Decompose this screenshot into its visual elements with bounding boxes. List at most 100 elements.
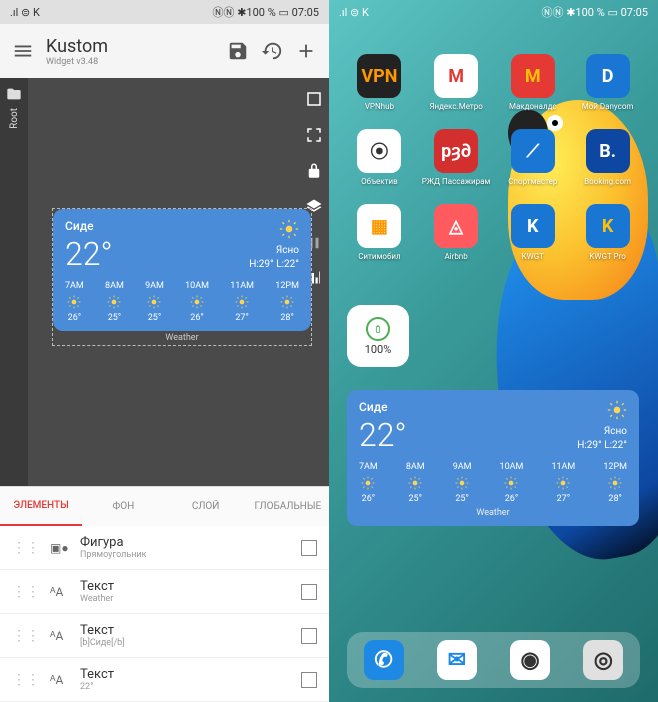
weather-hilo: H:29° L:22° <box>249 258 299 272</box>
type-icon: ᴬA <box>50 629 70 643</box>
save-icon[interactable] <box>227 40 249 62</box>
dock-chrome[interactable]: ◉ <box>510 640 550 680</box>
app-title: Kustom <box>46 36 215 57</box>
app-icon: K <box>586 204 630 248</box>
app-Объектив[interactable]: ⦿Объектив <box>347 129 412 186</box>
app-icon: M <box>511 54 555 98</box>
app-icon: ▦ <box>357 204 401 248</box>
hour-col: 8AM25° <box>406 462 425 504</box>
checkbox[interactable] <box>301 672 317 688</box>
app-icon: М <box>434 54 478 98</box>
fullscreen-icon[interactable] <box>305 126 323 144</box>
square-icon[interactable] <box>305 90 323 108</box>
drag-handle-icon[interactable]: ⋮⋮ <box>12 540 40 556</box>
weather-temp: 22° <box>65 235 113 273</box>
tab-bg[interactable]: ФОН <box>82 487 164 526</box>
app-РЖД Пассажирам[interactable]: pȝ∂РЖД Пассажирам <box>422 129 491 186</box>
dock-camera[interactable]: ◎ <box>583 640 623 680</box>
tab-global[interactable]: ГЛОБАЛЬНЫЕ <box>247 487 329 526</box>
app-icon: ⟋ <box>511 129 555 173</box>
dock-messages[interactable]: ✉ <box>437 640 477 680</box>
element-row[interactable]: ⋮⋮▣●ФигураПрямоугольник <box>0 526 329 570</box>
app-icon: ⦿ <box>357 129 401 173</box>
dock: ✆ ✉ ◉ ◎ <box>347 632 640 688</box>
checkbox[interactable] <box>301 628 317 644</box>
sun-icon <box>279 219 299 239</box>
sun-icon <box>607 400 627 420</box>
app-Booking.com[interactable]: B.Booking.com <box>575 129 640 186</box>
hour-col: 7AM26° <box>65 281 84 323</box>
battery-percent: 100% <box>365 343 392 356</box>
weather-widget-preview: Сиде 22° Ясно H:29° L:22° 7AM26° 8AM25° 9A… <box>53 209 311 331</box>
camera-icon: ◎ <box>583 640 623 680</box>
hour-col: 9AM25° <box>453 462 472 504</box>
status-left: .ıl ⊜ K <box>10 6 40 19</box>
tabs: ЭЛЕМЕНТЫ ФОН СЛОЙ ГЛОБАЛЬНЫЕ <box>0 486 329 526</box>
messages-icon: ✉ <box>437 640 477 680</box>
root-label[interactable]: Root <box>9 108 20 129</box>
app-icon: VPN <box>357 54 401 98</box>
element-row[interactable]: ⋮⋮ᴬAТекст[b]Сиде[/b] <box>0 614 329 658</box>
checkbox[interactable] <box>301 584 317 600</box>
canvas-main[interactable]: Сиде 22° Ясно H:29° L:22° 7AM26° 8AM25° 9A… <box>28 78 329 486</box>
checkbox[interactable] <box>301 540 317 556</box>
app-grid: VPNVPNhubМЯндекс.МетроMМакдоналдсDМой Da… <box>329 24 658 271</box>
app-VPNhub[interactable]: VPNVPNhub <box>347 54 412 111</box>
hour-col: 7AM26° <box>359 462 378 504</box>
battery-circle-icon <box>366 317 390 341</box>
app-icon: pȝ∂ <box>434 129 478 173</box>
widget-frame[interactable]: Сиде 22° Ясно H:29° L:22° 7AM26° 8AM25° 9A… <box>52 208 312 346</box>
history-icon[interactable] <box>261 40 283 62</box>
app-Яндекс.Метро[interactable]: МЯндекс.Метро <box>422 54 491 111</box>
app-Ситимобил[interactable]: ▦Ситимобил <box>347 204 412 261</box>
elements-list: ⋮⋮▣●ФигураПрямоугольник⋮⋮ᴬAТекстWeather⋮… <box>0 526 329 702</box>
type-icon: ᴬA <box>50 585 70 599</box>
weather-city: Сиде <box>65 219 113 233</box>
app-KWGT Pro[interactable]: KKWGT Pro <box>575 204 640 261</box>
app-Airbnb[interactable]: ◬Airbnb <box>422 204 491 261</box>
app-KWGT[interactable]: KKWGT <box>500 204 565 261</box>
weather-hours: 7AM26°8AM25°9AM25°10AM26°11AM27°12PM28° <box>65 281 299 323</box>
dock-phone[interactable]: ✆ <box>364 640 404 680</box>
hour-col: 12PM28° <box>603 462 627 504</box>
hour-col: 9AM25° <box>145 281 164 323</box>
folder-icon[interactable] <box>6 86 22 102</box>
tab-layer[interactable]: СЛОЙ <box>165 487 247 526</box>
status-right: ⓃⓃ ✱100 % ▭ 07:05 <box>212 4 319 20</box>
app-icon: ◬ <box>434 204 478 248</box>
weather-temp: 22° <box>359 416 407 454</box>
drag-handle-icon[interactable]: ⋮⋮ <box>12 628 40 644</box>
hour-col: 8AM25° <box>105 281 124 323</box>
weather-hours: 7AM26° 8AM25° 9AM25° 10AM26° 11AM27° 12PM28° <box>359 462 627 504</box>
hour-col: 10AM26° <box>500 462 524 504</box>
app-Спортмастер[interactable]: ⟋Спортмастер <box>500 129 565 186</box>
lock-icon[interactable] <box>305 162 323 180</box>
type-icon: ▣● <box>50 541 70 555</box>
app-icon: K <box>511 204 555 248</box>
canvas-area: Root Сиде 22° <box>0 78 329 486</box>
app-Макдоналдс[interactable]: MМакдоналдс <box>500 54 565 111</box>
statusbar: .ıl ⊜ K ⓃⓃ ✱100 % ▭ 07:05 <box>0 0 329 24</box>
statusbar-home: .ıl ⊜ K ⓃⓃ ✱100 % ▭ 07:05 <box>329 0 658 24</box>
drag-handle-icon[interactable]: ⋮⋮ <box>12 584 40 600</box>
element-row[interactable]: ⋮⋮ᴬAТекст22° <box>0 658 329 702</box>
app-toolbar: Kustom Widget v3.48 <box>0 24 329 78</box>
weather-label: Weather <box>359 504 627 518</box>
battery-widget[interactable]: 100% <box>347 305 409 367</box>
element-row[interactable]: ⋮⋮ᴬAТекстWeather <box>0 570 329 614</box>
tab-elements[interactable]: ЭЛЕМЕНТЫ <box>0 487 82 526</box>
app-Мой Danycom[interactable]: DМой Danycom <box>575 54 640 111</box>
hour-col: 11AM27° <box>551 462 575 504</box>
rail-left: Root <box>0 78 28 486</box>
add-icon[interactable] <box>295 40 317 62</box>
weather-widget-home[interactable]: Сиде 22° Ясно H:29° L:22° 7AM26°8AM25°9A… <box>347 390 639 526</box>
weather-cond: Ясно <box>249 244 299 258</box>
chrome-icon: ◉ <box>510 640 550 680</box>
app-subtitle: Widget v3.48 <box>46 57 215 67</box>
app-icon: B. <box>586 129 630 173</box>
drag-handle-icon[interactable]: ⋮⋮ <box>12 672 40 688</box>
app-icon: D <box>586 54 630 98</box>
menu-icon[interactable] <box>12 40 34 62</box>
weather-city: Сиде <box>359 400 407 414</box>
phone-icon: ✆ <box>364 640 404 680</box>
